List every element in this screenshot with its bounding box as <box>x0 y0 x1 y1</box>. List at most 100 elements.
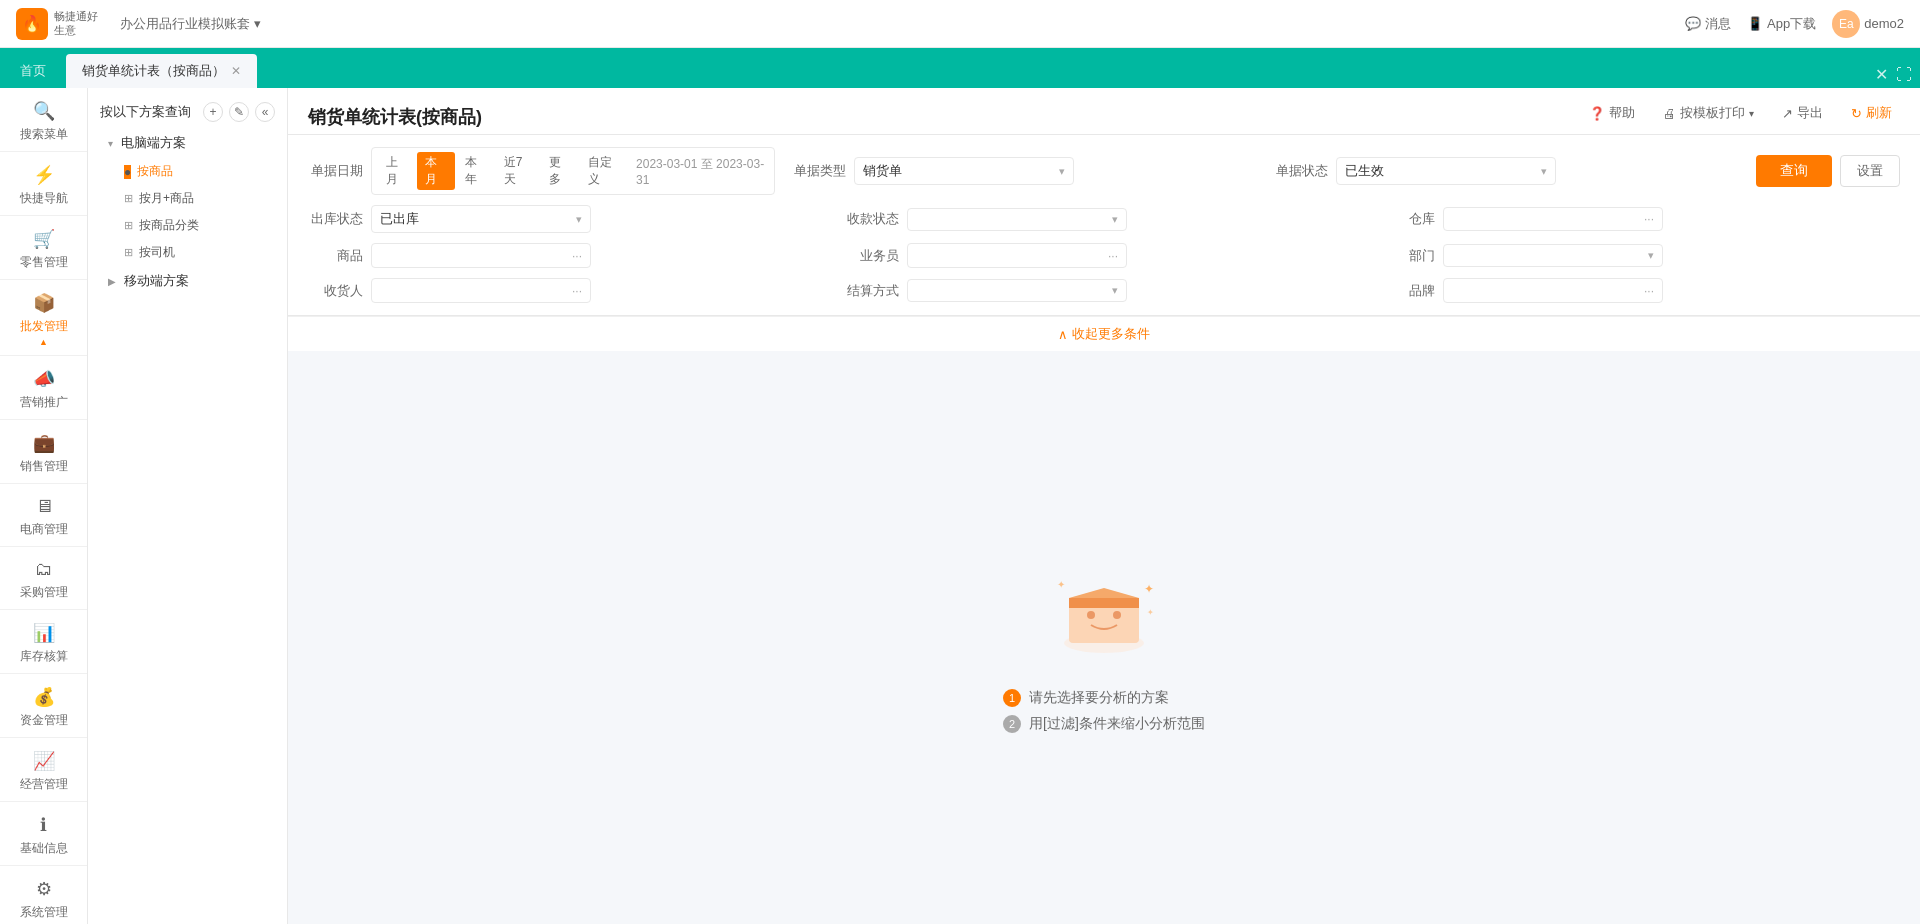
sidebar-item-finance[interactable]: 💰 资金管理 <box>0 674 87 738</box>
type-select[interactable]: 销货单 ▾ <box>854 157 1074 185</box>
help-icon: ❓ <box>1589 106 1605 121</box>
refresh-button[interactable]: ↻ 刷新 <box>1843 100 1900 126</box>
app-icon: 📱 <box>1747 16 1763 31</box>
department-arrow-icon: ▾ <box>1648 249 1654 262</box>
search-menu-icon: 🔍 <box>33 100 55 122</box>
sidebar-item-retail[interactable]: 🛒 零售管理 <box>0 216 87 280</box>
warehouse-more-icon[interactable]: ··· <box>1644 212 1654 226</box>
sidebar-item-marketing[interactable]: 📣 营销推广 <box>0 356 87 420</box>
sidebar-item-wholesale[interactable]: 📦 批发管理 ▲ <box>0 280 87 356</box>
sidebar-item-ecommerce[interactable]: 🖥 电商管理 <box>0 484 87 547</box>
status-select[interactable]: 已生效 ▾ <box>1336 157 1556 185</box>
tab-bar: 首页 销货单统计表（按商品） ✕ ✕ ⛶ <box>0 48 1920 88</box>
date-tab-this-year[interactable]: 本年 <box>457 152 494 190</box>
sidebar-item-operation-label: 经营管理 <box>20 776 68 793</box>
sidebar-item-purchase[interactable]: 🗂 采购管理 <box>0 547 87 610</box>
salesman-input[interactable] <box>916 248 1104 263</box>
product-select[interactable]: ··· <box>371 243 591 268</box>
retail-icon: 🛒 <box>33 228 55 250</box>
date-tab-custom[interactable]: 自定义 <box>580 152 628 190</box>
sidebar-item-inventory[interactable]: 📊 库存核算 <box>0 610 87 674</box>
out-status-select[interactable]: 已出库 ▾ <box>371 205 591 233</box>
payment-select[interactable]: ▾ <box>907 208 1127 231</box>
panel-collapse-button[interactable]: « <box>255 102 275 122</box>
sidebar-item-marketing-label: 营销推广 <box>20 394 68 411</box>
status-label: 单据状态 <box>1273 162 1328 180</box>
sidebar-item-system[interactable]: ⚙ 系统管理 <box>0 866 87 924</box>
tree-item-by-cashier[interactable]: ⊞ 按司机 <box>124 239 287 266</box>
filter-group-product: 商品 ··· <box>308 243 828 268</box>
receiver-more-icon[interactable]: ··· <box>572 284 582 298</box>
collapse-more-button[interactable]: ∧ 收起更多条件 <box>288 316 1920 351</box>
tree-desktop[interactable]: ▾ 电脑端方案 <box>88 128 287 158</box>
sidebar-item-operation[interactable]: 📈 经营管理 <box>0 738 87 802</box>
tree-mobile[interactable]: ▶ 移动端方案 <box>88 266 287 296</box>
tab-close-icon[interactable]: ✕ <box>231 64 241 78</box>
sidebar-item-basic[interactable]: ℹ 基础信息 <box>0 802 87 866</box>
message-button[interactable]: 💬 消息 <box>1685 15 1731 33</box>
setting-button[interactable]: 设置 <box>1840 155 1900 187</box>
date-filter[interactable]: 上月 本月 本年 近7天 更多 自定义 2023-03-01 至 2023-03… <box>371 147 775 195</box>
panel-add-button[interactable]: + <box>203 102 223 122</box>
sidebar-item-system-label: 系统管理 <box>20 904 68 921</box>
empty-illustration: ✦ ✦ ✦ <box>1039 543 1169 673</box>
salesman-select[interactable]: ··· <box>907 243 1127 268</box>
tree-mobile-expand-icon: ▶ <box>108 276 116 287</box>
product-input[interactable] <box>380 248 568 263</box>
window-close-icon[interactable]: ✕ <box>1875 65 1888 84</box>
sidebar-item-sales[interactable]: 💼 销售管理 <box>0 420 87 484</box>
filter-group-department: 部门 ▾ <box>1380 244 1900 267</box>
collapse-label: 收起更多条件 <box>1072 325 1150 343</box>
date-tab-this-month[interactable]: 本月 <box>417 152 454 190</box>
filter-group-out-status: 出库状态 已出库 ▾ <box>308 205 828 233</box>
sub-icon-1: ⊞ <box>124 192 133 205</box>
filter-group-type: 单据类型 销货单 ▾ <box>791 157 1258 185</box>
tree-item-by-month-product-label: 按月+商品 <box>139 190 194 207</box>
empty-step-2-text: 用[过滤]条件来缩小分析范围 <box>1029 715 1205 733</box>
tree-item-by-month-product[interactable]: ⊞ 按月+商品 <box>124 185 287 212</box>
svg-text:✦: ✦ <box>1144 582 1154 596</box>
print-button[interactable]: 🖨 按模板打印 ▾ <box>1655 100 1762 126</box>
user-menu[interactable]: Ea demo2 <box>1832 10 1904 38</box>
tab-sales-stat[interactable]: 销货单统计表（按商品） ✕ <box>66 54 257 88</box>
help-button[interactable]: ❓ 帮助 <box>1581 100 1643 126</box>
product-more-icon[interactable]: ··· <box>572 249 582 263</box>
sidebar-item-quick-nav[interactable]: ⚡ 快捷导航 <box>0 152 87 216</box>
tree-item-by-product[interactable]: ● 按商品 <box>124 158 287 185</box>
svg-point-5 <box>1087 611 1095 619</box>
sidebar-item-search-menu[interactable]: 🔍 搜索菜单 <box>0 88 87 152</box>
app-download-button[interactable]: 📱 App下载 <box>1747 15 1816 33</box>
receiver-input[interactable] <box>380 283 568 298</box>
date-tab-last7[interactable]: 近7天 <box>496 152 539 190</box>
date-tab-more[interactable]: 更多 <box>541 152 578 190</box>
date-tab-last-month[interactable]: 上月 <box>378 152 415 190</box>
breadcrumb-arrow-icon[interactable]: ▾ <box>254 16 261 31</box>
settlement-select[interactable]: ▾ <box>907 279 1127 302</box>
salesman-label: 业务员 <box>844 247 899 265</box>
filter-row-1: 单据日期 上月 本月 本年 近7天 更多 自定义 2023-03-01 至 20… <box>308 147 1900 195</box>
salesman-more-icon[interactable]: ··· <box>1108 249 1118 263</box>
product-label: 商品 <box>308 247 363 265</box>
tree-item-by-category-label: 按商品分类 <box>139 217 199 234</box>
receiver-select[interactable]: ··· <box>371 278 591 303</box>
window-maximize-icon[interactable]: ⛶ <box>1896 66 1912 84</box>
export-button[interactable]: ↗ 导出 <box>1774 100 1831 126</box>
status-value: 已生效 <box>1345 162 1537 180</box>
breadcrumb-text: 办公用品行业模拟账套 <box>120 15 250 33</box>
panel-title: 按以下方案查询 <box>100 103 191 121</box>
header-right: 💬 消息 📱 App下载 Ea demo2 <box>1685 10 1904 38</box>
receiver-label: 收货人 <box>308 282 363 300</box>
tab-home-label: 首页 <box>20 62 46 80</box>
panel-edit-button[interactable]: ✎ <box>229 102 249 122</box>
sidebar-item-inventory-label: 库存核算 <box>20 648 68 665</box>
query-button[interactable]: 查询 <box>1756 155 1832 187</box>
logo-area: 🔥 畅捷通好生意 <box>16 8 104 40</box>
action-buttons: 查询 设置 <box>1756 155 1900 187</box>
tab-home[interactable]: 首页 <box>4 54 62 88</box>
department-select[interactable]: ▾ <box>1443 244 1663 267</box>
brand-input[interactable] <box>1452 283 1640 298</box>
tree-item-by-category[interactable]: ⊞ 按商品分类 <box>124 212 287 239</box>
warehouse-select[interactable]: ··· <box>1443 207 1663 231</box>
brand-more-icon[interactable]: ··· <box>1644 284 1654 298</box>
brand-select[interactable]: ··· <box>1443 278 1663 303</box>
